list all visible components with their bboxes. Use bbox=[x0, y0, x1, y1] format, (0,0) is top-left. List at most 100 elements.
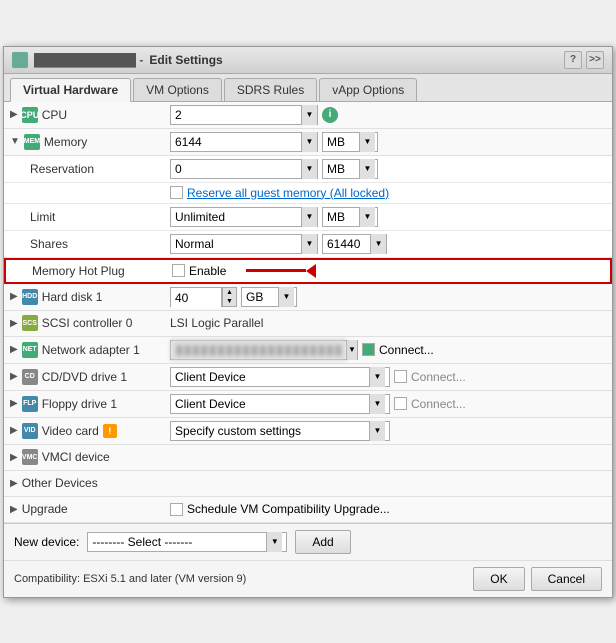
other-devices-expand[interactable]: ▶ bbox=[10, 478, 18, 489]
cdrom-dropdown-arrow[interactable]: ▼ bbox=[369, 367, 385, 387]
title-bar-left: ████████████ - Edit Settings bbox=[12, 52, 223, 68]
floppy-icon: FLP bbox=[22, 396, 38, 412]
new-device-dropdown[interactable]: -------- Select ------- ▼ bbox=[87, 532, 287, 552]
hard-disk-spinner[interactable]: ▲ ▼ bbox=[170, 287, 237, 307]
compat-row: Compatibility: ESXi 5.1 and later (VM ve… bbox=[4, 561, 612, 597]
cdrom-value-col: Client Device ▼ Connect... bbox=[170, 367, 606, 387]
video-dropdown-arrow[interactable]: ▼ bbox=[369, 421, 385, 441]
tab-sdrs-rules[interactable]: SDRS Rules bbox=[224, 78, 317, 101]
tab-virtual-hardware[interactable]: Virtual Hardware bbox=[10, 78, 131, 102]
scsi-expand[interactable]: ▶ bbox=[10, 318, 18, 329]
shares-value-col: Normal ▼ 61440 ▼ bbox=[170, 234, 606, 254]
limit-unit-dropdown[interactable]: MB ▼ bbox=[322, 207, 378, 227]
hard-disk-input[interactable] bbox=[171, 288, 221, 308]
shares-number-dropdown[interactable]: 61440 ▼ bbox=[322, 234, 387, 254]
close-button[interactable]: >> bbox=[586, 51, 604, 69]
red-arrow-indicator bbox=[246, 264, 316, 278]
limit-label-col: Limit bbox=[10, 210, 170, 224]
memory-icon: MEM bbox=[24, 134, 40, 150]
floppy-dropdown-arrow[interactable]: ▼ bbox=[369, 394, 385, 414]
hard-disk-value-col: ▲ ▼ GB ▼ bbox=[170, 287, 606, 307]
shares-label-col: Shares bbox=[10, 237, 170, 251]
ok-button[interactable]: OK bbox=[473, 567, 524, 591]
floppy-value-col: Client Device ▼ Connect... bbox=[170, 394, 606, 414]
vmci-expand[interactable]: ▶ bbox=[10, 452, 18, 463]
reservation-label: Reservation bbox=[30, 162, 94, 176]
reservation-dropdown-arrow[interactable]: ▼ bbox=[301, 159, 317, 179]
cdrom-expand[interactable]: ▶ bbox=[10, 371, 18, 382]
limit-row: Limit Unlimited ▼ MB ▼ bbox=[4, 204, 612, 231]
title-bar-buttons: ? >> bbox=[564, 51, 604, 69]
cancel-button[interactable]: Cancel bbox=[531, 567, 602, 591]
reservation-unit-arrow[interactable]: ▼ bbox=[359, 159, 375, 179]
network-dropdown[interactable]: ████████████████████ ▼ bbox=[170, 340, 358, 360]
tab-vm-options[interactable]: VM Options bbox=[133, 78, 222, 101]
memory-value-col: 6144 ▼ MB ▼ bbox=[170, 132, 606, 152]
video-dropdown[interactable]: Specify custom settings ▼ bbox=[170, 421, 390, 441]
reserve-all-label[interactable]: Reserve all guest memory (All locked) bbox=[187, 186, 389, 200]
memory-unit-arrow[interactable]: ▼ bbox=[359, 132, 375, 152]
add-button[interactable]: Add bbox=[295, 530, 350, 554]
network-dropdown-arrow[interactable]: ▼ bbox=[346, 340, 357, 360]
hard-disk-up[interactable]: ▲ bbox=[222, 288, 236, 297]
arrow-head bbox=[306, 264, 316, 278]
limit-label: Limit bbox=[30, 210, 55, 224]
floppy-dropdown[interactable]: Client Device ▼ bbox=[170, 394, 390, 414]
memory-hot-plug-enable-label: Enable bbox=[189, 264, 226, 278]
limit-dropdown[interactable]: Unlimited ▼ bbox=[170, 207, 318, 227]
memory-dropdown-main: 6144 bbox=[171, 135, 301, 149]
limit-dropdown-main: Unlimited bbox=[171, 210, 301, 224]
limit-dropdown-arrow[interactable]: ▼ bbox=[301, 207, 317, 227]
memory-dropdown[interactable]: 6144 ▼ bbox=[170, 132, 318, 152]
memory-hot-plug-value-col: Enable bbox=[172, 264, 604, 278]
cpu-value-col: 2 ▼ i bbox=[170, 105, 606, 125]
compat-text: Compatibility: ESXi 5.1 and later (VM ve… bbox=[14, 573, 246, 585]
cdrom-icon: CD bbox=[22, 369, 38, 385]
cdrom-connect-checkbox[interactable] bbox=[394, 370, 407, 383]
network-row: ▶ NET Network adapter 1 ████████████████… bbox=[4, 337, 612, 364]
reservation-unit-dropdown[interactable]: MB ▼ bbox=[322, 159, 378, 179]
hard-disk-down[interactable]: ▼ bbox=[222, 297, 236, 306]
video-expand[interactable]: ▶ bbox=[10, 425, 18, 436]
hard-disk-expand[interactable]: ▶ bbox=[10, 291, 18, 302]
floppy-dropdown-main: Client Device bbox=[171, 397, 369, 411]
floppy-connect-checkbox[interactable] bbox=[394, 397, 407, 410]
floppy-expand[interactable]: ▶ bbox=[10, 398, 18, 409]
network-connect-checkbox[interactable] bbox=[362, 343, 375, 356]
cpu-dropdown[interactable]: 2 ▼ bbox=[170, 105, 318, 125]
upgrade-check-label: Schedule VM Compatibility Upgrade... bbox=[187, 502, 390, 516]
reservation-dropdown[interactable]: 0 ▼ bbox=[170, 159, 318, 179]
memory-label: Memory bbox=[44, 135, 87, 149]
memory-expand[interactable]: ▼ bbox=[10, 136, 20, 147]
memory-hot-plug-checkbox-wrap: Enable bbox=[172, 264, 226, 278]
network-label-col: ▶ NET Network adapter 1 bbox=[10, 342, 170, 358]
tab-vapp-options[interactable]: vApp Options bbox=[319, 78, 417, 101]
memory-hot-plug-checkbox[interactable] bbox=[172, 264, 185, 277]
scsi-label-col: ▶ SCS SCSI controller 0 bbox=[10, 315, 170, 331]
cdrom-dropdown-main: Client Device bbox=[171, 370, 369, 384]
cpu-expand[interactable]: ▶ bbox=[10, 109, 18, 120]
memory-unit-dropdown[interactable]: MB ▼ bbox=[322, 132, 378, 152]
hard-disk-unit-arrow[interactable]: ▼ bbox=[278, 287, 294, 307]
upgrade-expand[interactable]: ▶ bbox=[10, 504, 18, 515]
network-expand[interactable]: ▶ bbox=[10, 344, 18, 355]
hard-disk-label-col: ▶ HDD Hard disk 1 bbox=[10, 289, 170, 305]
memory-dropdown-arrow[interactable]: ▼ bbox=[301, 132, 317, 152]
reservation-dropdown-main: 0 bbox=[171, 162, 301, 176]
memory-hot-plug-label: Memory Hot Plug bbox=[32, 264, 125, 278]
shares-number-arrow[interactable]: ▼ bbox=[370, 234, 386, 254]
reserve-all-checkbox[interactable] bbox=[170, 186, 183, 199]
cpu-info-icon[interactable]: i bbox=[322, 107, 338, 123]
new-device-dropdown-arrow[interactable]: ▼ bbox=[266, 532, 282, 552]
help-button[interactable]: ? bbox=[564, 51, 582, 69]
tab-bar: Virtual Hardware VM Options SDRS Rules v… bbox=[4, 74, 612, 102]
shares-dropdown-main: Normal bbox=[171, 237, 301, 251]
cdrom-dropdown[interactable]: Client Device ▼ bbox=[170, 367, 390, 387]
shares-dropdown-arrow[interactable]: ▼ bbox=[301, 234, 317, 254]
hard-disk-unit-dropdown[interactable]: GB ▼ bbox=[241, 287, 297, 307]
cpu-dropdown-arrow[interactable]: ▼ bbox=[301, 105, 317, 125]
limit-unit-arrow[interactable]: ▼ bbox=[359, 207, 375, 227]
shares-dropdown[interactable]: Normal ▼ bbox=[170, 234, 318, 254]
arrow-line bbox=[246, 269, 306, 272]
upgrade-checkbox[interactable] bbox=[170, 503, 183, 516]
